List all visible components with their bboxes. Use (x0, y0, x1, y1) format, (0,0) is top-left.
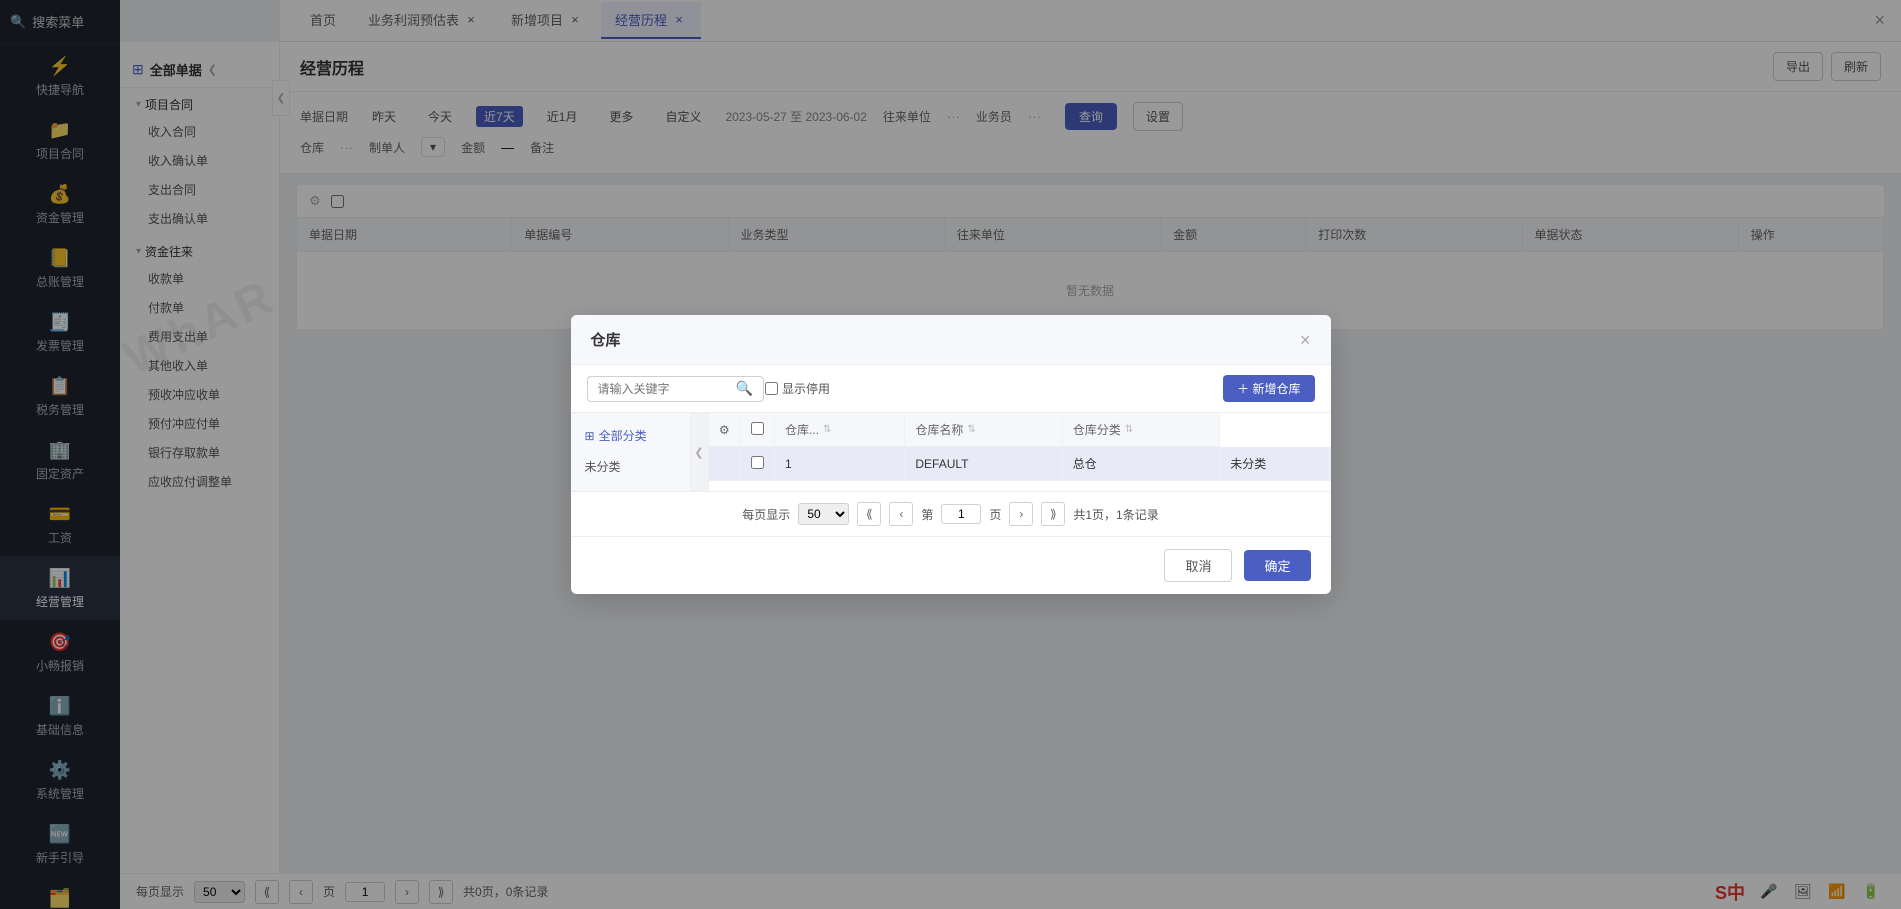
modal-td-settings (709, 447, 741, 481)
modal-cancel-btn[interactable]: 取消 (1164, 549, 1232, 582)
modal-toolbar: 🔍 显示停用 ＋ 新增仓库 (571, 365, 1331, 413)
modal-td-name: 总仓 (1062, 447, 1219, 481)
modal-th-settings[interactable]: ⚙ (709, 413, 741, 447)
show-disabled-label[interactable]: 显示停用 (765, 380, 830, 397)
per-page-select[interactable]: 50 100 (798, 503, 849, 525)
modal-overlay: 仓库 × 🔍 显示停用 ＋ 新增仓库 ⊞ 全部分类 (0, 0, 1901, 909)
modal-page-input[interactable] (941, 504, 981, 524)
warehouse-modal: 仓库 × 🔍 显示停用 ＋ 新增仓库 ⊞ 全部分类 (571, 315, 1331, 594)
page-label2: 页 (989, 506, 1001, 523)
modal-sidebar-all-label: 全部分类 (599, 427, 647, 444)
modal-th-name: 仓库名称 ⇅ (905, 413, 1062, 447)
sort-code-icon[interactable]: ⇅ (823, 424, 831, 435)
modal-sidebar-uncategorized[interactable]: 未分类 (571, 450, 690, 483)
modal-body: ⊞ 全部分类 未分类 ❮ ⚙ (571, 413, 1331, 491)
modal-search-btn[interactable]: 🔍 (736, 380, 753, 397)
sort-category-icon[interactable]: ⇅ (1125, 424, 1133, 435)
modal-total: 共1页，1条记录 (1073, 506, 1158, 523)
page-next-btn[interactable]: › (1009, 502, 1033, 526)
modal-table: ⚙ 仓库... ⇅ 仓库名称 ⇅ (709, 413, 1331, 481)
search-container: 🔍 (587, 376, 753, 402)
modal-th-code: 仓库... ⇅ (775, 413, 905, 447)
modal-actions: 取消 确定 (571, 536, 1331, 594)
modal-sidebar-collapse-btn[interactable]: ❮ (691, 413, 709, 491)
modal-sidebar-all-category[interactable]: ⊞ 全部分类 (571, 421, 690, 450)
grid2-icon: ⊞ (585, 429, 595, 443)
modal-td-code: DEFAULT (905, 447, 1062, 481)
page-first-btn[interactable]: ⟪ (857, 502, 881, 526)
modal-header: 仓库 × (571, 315, 1331, 365)
modal-sidebar: ⊞ 全部分类 未分类 (571, 413, 691, 491)
modal-close-btn[interactable]: × (1300, 331, 1311, 349)
per-page-label: 每页显示 (742, 506, 790, 523)
modal-row-checkbox[interactable] (751, 456, 764, 469)
show-disabled-checkbox[interactable] (765, 382, 778, 395)
add-warehouse-btn[interactable]: ＋ 新增仓库 (1223, 375, 1314, 402)
page-label: 第 (921, 506, 933, 523)
modal-footer-bar: 每页显示 50 100 ⟪ ‹ 第 页 › ⟫ 共1页，1条记录 (571, 491, 1331, 536)
page-last-btn[interactable]: ⟫ (1041, 502, 1065, 526)
modal-confirm-btn[interactable]: 确定 (1244, 550, 1310, 581)
modal-td-checkbox (741, 447, 775, 481)
modal-th-category: 仓库分类 ⇅ (1062, 413, 1219, 447)
page-prev-btn[interactable]: ‹ (889, 502, 913, 526)
sort-name-icon[interactable]: ⇅ (967, 424, 975, 435)
modal-sidebar-uncategorized-label: 未分类 (585, 460, 621, 474)
table-row[interactable]: 1 DEFAULT 总仓 未分类 (709, 447, 1331, 481)
modal-title: 仓库 (591, 329, 621, 350)
modal-th-checkbox (741, 413, 775, 447)
modal-checkbox-all[interactable] (751, 422, 764, 435)
show-disabled-text: 显示停用 (782, 380, 830, 397)
modal-td-category: 未分类 (1220, 447, 1330, 481)
modal-table-area: ⚙ 仓库... ⇅ 仓库名称 ⇅ (709, 413, 1331, 491)
modal-td-num: 1 (775, 447, 905, 481)
